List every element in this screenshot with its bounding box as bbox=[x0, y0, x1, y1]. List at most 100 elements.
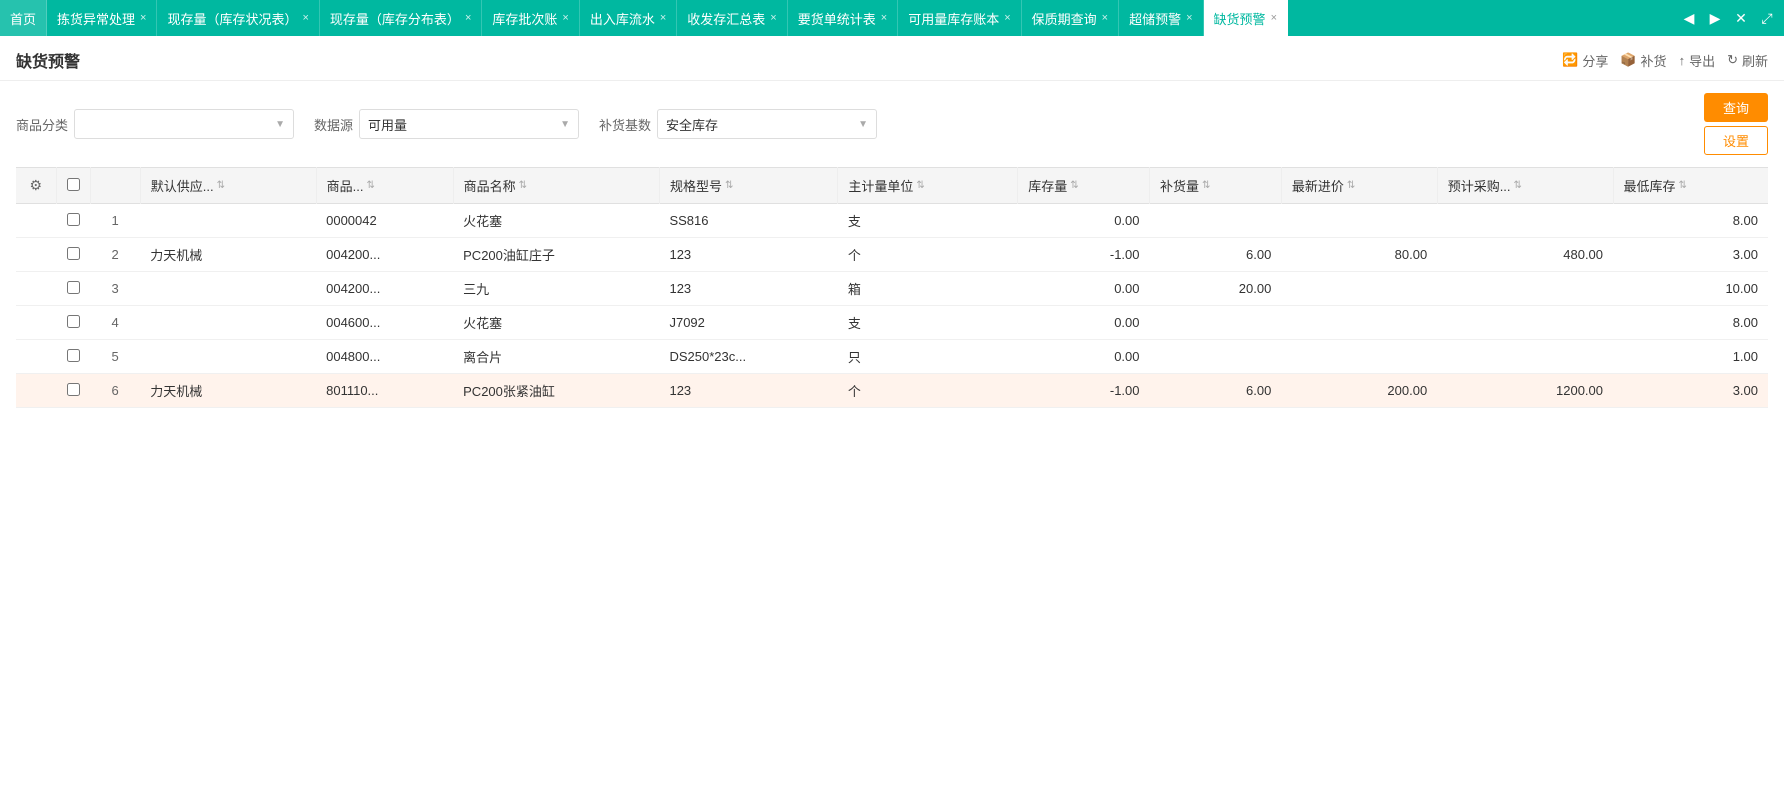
close-tab-10[interactable]: × bbox=[1186, 12, 1192, 24]
row-checkbox-cell[interactable] bbox=[56, 306, 90, 340]
row-stock: 0.00 bbox=[1018, 204, 1150, 238]
nav-tab-10[interactable]: 超储预警 × bbox=[1119, 0, 1203, 36]
row-checkbox-cell[interactable] bbox=[56, 374, 90, 408]
table-row: 5 004800... 离合片 DS250*23c... 只 0.00 1.00 bbox=[16, 340, 1768, 374]
row-checkbox-3[interactable] bbox=[67, 315, 80, 328]
nav-tab-6[interactable]: 收发存汇总表 × bbox=[677, 0, 787, 36]
close-tab-5[interactable]: × bbox=[660, 12, 666, 24]
refresh-button[interactable]: ↻ 刷新 bbox=[1727, 51, 1768, 70]
nav-close-button[interactable]: ✕ bbox=[1729, 6, 1753, 30]
row-index: 5 bbox=[90, 340, 140, 374]
row-latest-price bbox=[1281, 272, 1437, 306]
th-name[interactable]: 商品名称 ⇅ bbox=[453, 168, 659, 204]
row-latest-price: 80.00 bbox=[1281, 238, 1437, 272]
row-spec: SS816 bbox=[659, 204, 837, 238]
row-spec: DS250*23c... bbox=[659, 340, 837, 374]
row-gear-cell bbox=[16, 306, 56, 340]
nav-tab-home[interactable]: 首页 bbox=[0, 0, 47, 36]
row-index: 4 bbox=[90, 306, 140, 340]
row-checkbox-4[interactable] bbox=[67, 349, 80, 362]
th-min-stock[interactable]: 最低库存 ⇅ bbox=[1613, 168, 1768, 204]
row-checkbox-cell[interactable] bbox=[56, 340, 90, 374]
row-gear-cell bbox=[16, 374, 56, 408]
close-tab-9[interactable]: × bbox=[1102, 12, 1108, 24]
row-spec: 123 bbox=[659, 374, 837, 408]
row-est-purchase bbox=[1437, 340, 1613, 374]
close-tab-1[interactable]: × bbox=[140, 12, 146, 24]
nav-tab-2[interactable]: 现存量（库存状况表） × bbox=[157, 0, 319, 36]
row-supplier bbox=[140, 272, 316, 306]
th-supplier[interactable]: 默认供应... ⇅ bbox=[140, 168, 316, 204]
close-tab-4[interactable]: × bbox=[562, 12, 568, 24]
nav-next-button[interactable]: ▶ bbox=[1703, 6, 1727, 30]
datasource-select[interactable]: 可用量 ▼ bbox=[359, 109, 579, 139]
row-stock: 0.00 bbox=[1018, 340, 1150, 374]
th-checkbox bbox=[56, 168, 90, 204]
th-gear[interactable]: ⚙ bbox=[16, 168, 56, 204]
row-supplier: 力天机械 bbox=[140, 374, 316, 408]
sort-name-icon: ⇅ bbox=[519, 180, 527, 191]
th-code[interactable]: 商品... ⇅ bbox=[316, 168, 453, 204]
settings-button[interactable]: 设置 bbox=[1704, 126, 1768, 155]
th-unit[interactable]: 主计量单位 ⇅ bbox=[838, 168, 1018, 204]
nav-tab-5[interactable]: 出入库流水 × bbox=[580, 0, 677, 36]
close-tab-6[interactable]: × bbox=[770, 12, 776, 24]
row-checkbox-cell[interactable] bbox=[56, 272, 90, 306]
replenish-icon: 📦 bbox=[1620, 52, 1636, 68]
close-tab-8[interactable]: × bbox=[1004, 12, 1010, 24]
nav-tab-9[interactable]: 保质期查询 × bbox=[1022, 0, 1119, 36]
data-table: ⚙ 默认供应... ⇅ 商品... bbox=[16, 167, 1768, 408]
row-name: 火花塞 bbox=[453, 204, 659, 238]
row-replenish bbox=[1150, 340, 1282, 374]
th-stock[interactable]: 库存量 ⇅ bbox=[1018, 168, 1150, 204]
row-min-stock: 10.00 bbox=[1613, 272, 1768, 306]
row-checkbox-2[interactable] bbox=[67, 281, 80, 294]
nav-tab-3[interactable]: 现存量（库存分布表） × bbox=[320, 0, 482, 36]
top-nav: 首页 拣货异常处理 × 现存量（库存状况表） × 现存量（库存分布表） × 库存… bbox=[0, 0, 1784, 36]
table-row: 3 004200... 三九 123 箱 0.00 20.00 10.00 bbox=[16, 272, 1768, 306]
row-code: 004200... bbox=[316, 238, 453, 272]
replenish-base-select[interactable]: 安全库存 ▼ bbox=[657, 109, 877, 139]
sort-est-purchase-icon: ⇅ bbox=[1514, 180, 1522, 191]
replenish-button[interactable]: 📦 补货 bbox=[1620, 51, 1666, 70]
nav-prev-button[interactable]: ◀ bbox=[1677, 6, 1701, 30]
query-button[interactable]: 查询 bbox=[1704, 93, 1768, 122]
close-tab-3[interactable]: × bbox=[465, 12, 471, 24]
nav-tab-4[interactable]: 库存批次账 × bbox=[482, 0, 579, 36]
row-gear-cell bbox=[16, 204, 56, 238]
share-button[interactable]: 🔁 分享 bbox=[1562, 51, 1608, 70]
row-spec: J7092 bbox=[659, 306, 837, 340]
datasource-label: 数据源 bbox=[314, 115, 353, 134]
nav-expand-button[interactable]: ⤢ bbox=[1755, 6, 1779, 30]
row-name: 火花塞 bbox=[453, 306, 659, 340]
table-row: 2 力天机械 004200... PC200油缸庄子 123 个 -1.00 6… bbox=[16, 238, 1768, 272]
nav-tab-7[interactable]: 要货单统计表 × bbox=[788, 0, 898, 36]
table-container: ⚙ 默认供应... ⇅ 商品... bbox=[0, 167, 1784, 408]
nav-tab-1[interactable]: 拣货异常处理 × bbox=[47, 0, 157, 36]
filter-actions: 查询 设置 bbox=[1704, 93, 1768, 155]
export-button[interactable]: ↑ 导出 bbox=[1679, 51, 1716, 70]
row-index: 3 bbox=[90, 272, 140, 306]
filter-datasource: 数据源 可用量 ▼ bbox=[314, 109, 579, 139]
row-unit: 个 bbox=[838, 374, 1018, 408]
row-checkbox-0[interactable] bbox=[67, 213, 80, 226]
row-checkbox-5[interactable] bbox=[67, 383, 80, 396]
close-tab-2[interactable]: × bbox=[302, 12, 308, 24]
close-tab-7[interactable]: × bbox=[881, 12, 887, 24]
row-checkbox-1[interactable] bbox=[67, 247, 80, 260]
row-checkbox-cell[interactable] bbox=[56, 238, 90, 272]
row-est-purchase: 480.00 bbox=[1437, 238, 1613, 272]
row-replenish: 6.00 bbox=[1150, 238, 1282, 272]
nav-tab-11[interactable]: 缺货预警 × bbox=[1204, 0, 1288, 36]
close-tab-11[interactable]: × bbox=[1271, 12, 1277, 24]
row-latest-price bbox=[1281, 306, 1437, 340]
nav-tab-8[interactable]: 可用量库存账本 × bbox=[898, 0, 1021, 36]
th-latest-price[interactable]: 最新进价 ⇅ bbox=[1281, 168, 1437, 204]
th-replenish[interactable]: 补货量 ⇅ bbox=[1150, 168, 1282, 204]
row-checkbox-cell[interactable] bbox=[56, 204, 90, 238]
th-est-purchase[interactable]: 预计采购... ⇅ bbox=[1437, 168, 1613, 204]
row-replenish: 20.00 bbox=[1150, 272, 1282, 306]
select-all-checkbox[interactable] bbox=[67, 178, 80, 191]
category-select[interactable]: ▼ bbox=[74, 109, 294, 139]
th-spec[interactable]: 规格型号 ⇅ bbox=[659, 168, 837, 204]
